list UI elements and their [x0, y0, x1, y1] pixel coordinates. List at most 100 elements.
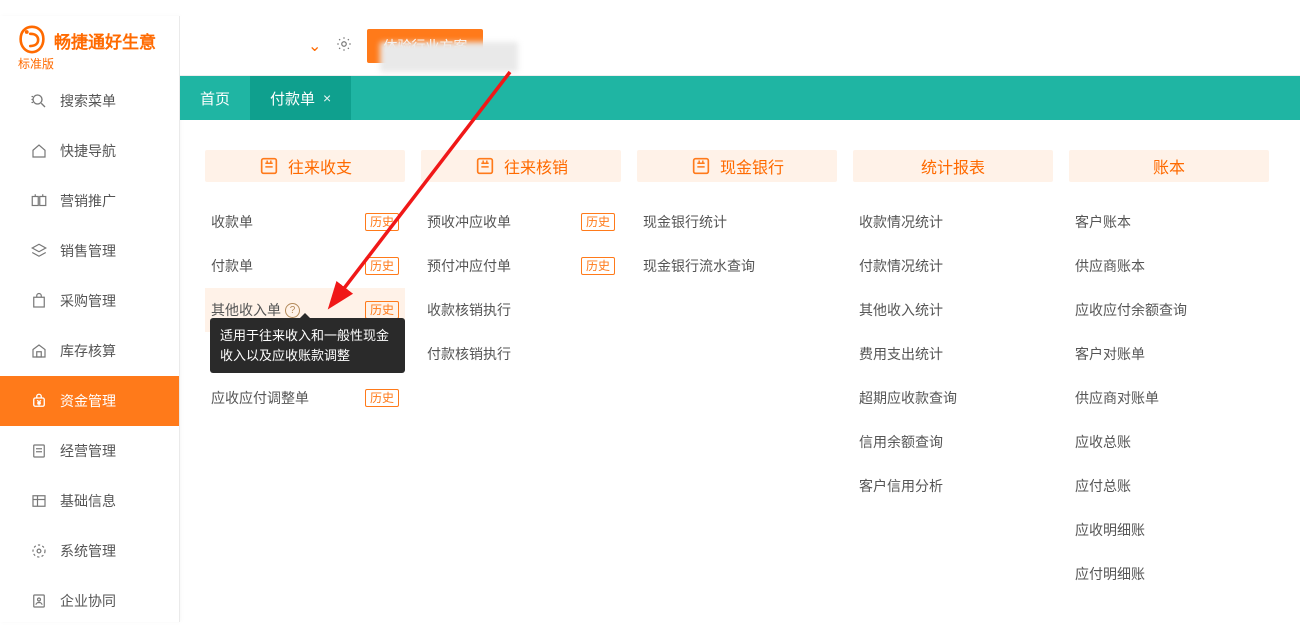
menu-entry[interactable]: 应付明细账 — [1069, 552, 1269, 596]
menu-entry[interactable]: 应付总账 — [1069, 464, 1269, 508]
sidebar: 搜索菜单快捷导航营销推广销售管理采购管理库存核算 ¥ 资金管理经营管理基础信息系统管… — [0, 16, 180, 622]
category-title: 统计报表 — [921, 154, 985, 178]
entry-label: 预付冲应付单 — [427, 256, 511, 276]
tab-payment-label: 付款单 — [270, 88, 315, 109]
menu-entry[interactable]: 超期应收款查询 — [853, 376, 1053, 420]
sidebar-item-label: 快捷导航 — [60, 141, 116, 161]
sidebar-item-label: 经营管理 — [60, 441, 116, 461]
org-selector-blurred[interactable] — [380, 42, 518, 72]
menu-entry[interactable]: 付款单 历史 — [205, 244, 405, 288]
menu-entry[interactable]: 应收应付余额查询 — [1069, 288, 1269, 332]
tab-home[interactable]: 首页 — [180, 76, 250, 120]
menu-entry[interactable]: 现金银行统计 — [637, 200, 837, 244]
sidebar-item-marketing[interactable]: 营销推广 — [0, 176, 179, 226]
entry-label: 现金银行统计 — [643, 212, 727, 232]
category-header: 现金银行 — [637, 150, 837, 182]
menu-entry[interactable]: 客户账本 — [1069, 200, 1269, 244]
sidebar-item-label: 资金管理 — [60, 391, 116, 411]
sidebar-item-purchase[interactable]: 采购管理 — [0, 276, 179, 326]
sidebar-item-label: 搜索菜单 — [60, 91, 116, 111]
menu-entry[interactable]: 客户信用分析 — [853, 464, 1053, 508]
sidebar-item-label: 采购管理 — [60, 291, 116, 311]
menu-entry[interactable]: 费用支出统计 — [853, 332, 1053, 376]
menu-entry[interactable]: 现金银行流水查询 — [637, 244, 837, 288]
inventory-icon — [30, 342, 48, 360]
category-column: 统计报表收款情况统计付款情况统计其他收入统计费用支出统计超期应收款查询信用余额查… — [853, 150, 1053, 596]
menu-entry[interactable]: 其他收入统计 — [853, 288, 1053, 332]
logo-icon — [18, 25, 46, 55]
entry-label: 付款核销执行 — [427, 344, 511, 364]
chevron-down-icon[interactable]: ⌄ — [308, 36, 321, 56]
tab-bar: 首页 付款单 × — [180, 76, 1300, 120]
header: ⌄ 体验行业方案 — [180, 16, 1300, 76]
ops-icon — [30, 442, 48, 460]
history-badge[interactable]: 历史 — [365, 301, 399, 319]
category-header: 统计报表 — [853, 150, 1053, 182]
category-icon — [690, 155, 712, 177]
history-badge[interactable]: 历史 — [365, 257, 399, 275]
entry-label: 供应商对账单 — [1075, 388, 1159, 408]
sidebar-item-inventory[interactable]: 库存核算 — [0, 326, 179, 376]
sidebar-item-label: 系统管理 — [60, 541, 116, 561]
sidebar-item-label: 营销推广 — [60, 191, 116, 211]
category-column: 现金银行现金银行统计现金银行流水查询 — [637, 150, 837, 596]
logo-text: 畅捷通好生意 — [54, 28, 156, 53]
menu-entry[interactable]: 付款核销执行 — [421, 332, 621, 376]
history-badge[interactable]: 历史 — [365, 389, 399, 407]
menu-entry[interactable]: 收款情况统计 — [853, 200, 1053, 244]
entry-label: 超期应收款查询 — [859, 388, 957, 408]
sidebar-item-funds[interactable]: ¥ 资金管理 — [0, 376, 179, 426]
entry-label: 客户对账单 — [1075, 344, 1145, 364]
sidebar-item-system[interactable]: 系统管理 — [0, 526, 179, 576]
entry-label: 应收明细账 — [1075, 520, 1145, 540]
sidebar-item-ops[interactable]: 经营管理 — [0, 426, 179, 476]
tab-payment[interactable]: 付款单 × — [250, 76, 351, 120]
entry-label: 信用余额查询 — [859, 432, 943, 452]
entry-label: 预收冲应收单 — [427, 212, 511, 232]
collab-icon — [30, 592, 48, 610]
entry-label: 供应商账本 — [1075, 256, 1145, 276]
entry-label: 应收应付余额查询 — [1075, 300, 1187, 320]
funds-icon: ¥ — [30, 392, 48, 410]
history-badge[interactable]: 历史 — [581, 257, 615, 275]
sidebar-item-sales[interactable]: 销售管理 — [0, 226, 179, 276]
menu-entry[interactable]: 付款情况统计 — [853, 244, 1053, 288]
menu-entry[interactable]: 应收总账 — [1069, 420, 1269, 464]
close-icon[interactable]: × — [323, 90, 331, 106]
sidebar-item-collab[interactable]: 企业协同 — [0, 576, 179, 626]
menu-entry[interactable]: 收款核销执行 — [421, 288, 621, 332]
category-column: 往来收支收款单历史付款单历史其他收入单 ?历史费用支出单历史银行存取款单历史应收… — [205, 150, 405, 596]
sidebar-item-quicknav[interactable]: 快捷导航 — [0, 126, 179, 176]
base-icon — [30, 492, 48, 510]
entry-label: 应收总账 — [1075, 432, 1131, 452]
tooltip: 适用于往来收入和一般性现金收入以及应收账款调整 — [210, 318, 405, 373]
entry-label: 费用支出统计 — [859, 344, 943, 364]
sidebar-item-base[interactable]: 基础信息 — [0, 476, 179, 526]
entry-label: 应付总账 — [1075, 476, 1131, 496]
category-title: 账本 — [1153, 154, 1185, 178]
menu-entry[interactable]: 应收明细账 — [1069, 508, 1269, 552]
quicknav-icon — [30, 142, 48, 160]
menu-entry[interactable]: 收款单历史 — [205, 200, 405, 244]
history-badge[interactable]: 历史 — [581, 213, 615, 231]
entry-label: 其他收入单 ? — [211, 300, 300, 320]
menu-entry[interactable]: 预收冲应收单 历史 — [421, 200, 621, 244]
sales-icon — [30, 242, 48, 260]
history-badge[interactable]: 历史 — [365, 213, 399, 231]
menu-entry[interactable]: 应收应付调整单历史 — [205, 376, 405, 420]
gear-icon[interactable] — [335, 35, 353, 56]
search-icon — [30, 92, 48, 110]
sidebar-item-search[interactable]: 搜索菜单 — [0, 76, 179, 126]
entry-label: 付款单 — [211, 256, 253, 276]
menu-entry[interactable]: 信用余额查询 — [853, 420, 1053, 464]
menu-entry[interactable]: 供应商对账单 — [1069, 376, 1269, 420]
question-icon[interactable]: ? — [285, 303, 300, 318]
menu-entry[interactable]: 预付冲应付单 历史 — [421, 244, 621, 288]
category-title: 现金银行 — [720, 154, 784, 178]
category-header: 往来核销 — [421, 150, 621, 182]
entry-label: 收款核销执行 — [427, 300, 511, 320]
menu-entry[interactable]: 供应商账本 — [1069, 244, 1269, 288]
menu-entry[interactable]: 客户对账单 — [1069, 332, 1269, 376]
entry-label: 其他收入统计 — [859, 300, 943, 320]
logo: 畅捷通好生意 — [18, 25, 156, 55]
